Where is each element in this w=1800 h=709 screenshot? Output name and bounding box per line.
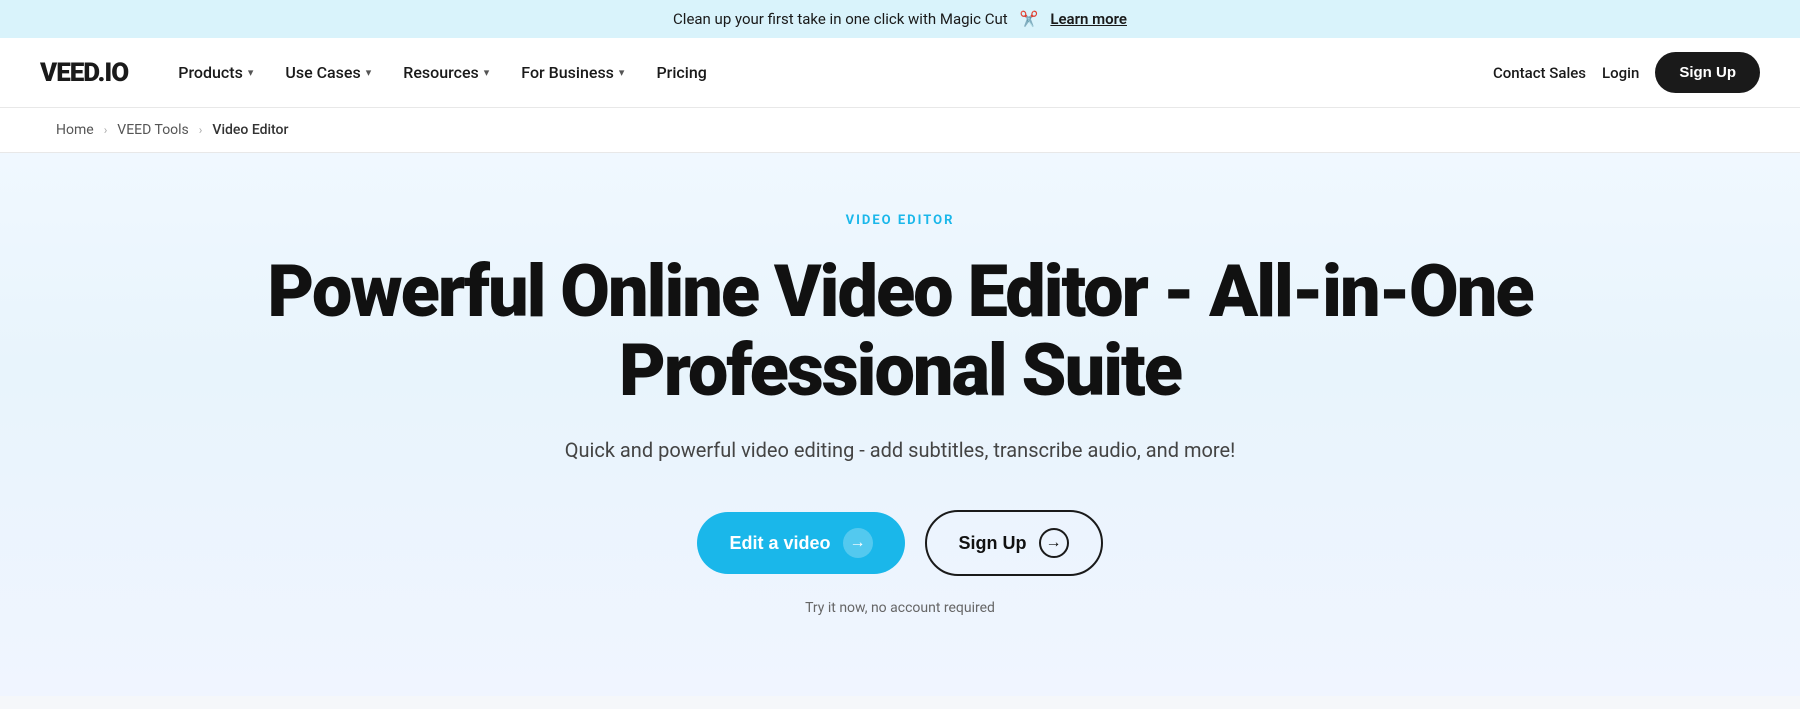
nav-item-resources[interactable]: Resources ▾ — [389, 55, 503, 90]
edit-video-button[interactable]: Edit a video → — [697, 512, 904, 574]
magic-cut-icon: ✂️ — [1020, 10, 1039, 28]
navbar-right: Contact Sales Login Sign Up — [1493, 52, 1760, 93]
breadcrumb-separator-1: › — [104, 123, 108, 137]
hero-buttons: Edit a video → Sign Up → — [697, 510, 1102, 576]
nav-item-for-business[interactable]: For Business ▾ — [507, 55, 638, 90]
signup-hero-label: Sign Up — [959, 533, 1027, 554]
chevron-down-icon: ▾ — [484, 66, 490, 79]
breadcrumb: Home › VEED Tools › Video Editor — [0, 108, 1800, 153]
navbar: VEED.IO Products ▾ Use Cases ▾ Resources… — [0, 38, 1800, 108]
navbar-left: VEED.IO Products ▾ Use Cases ▾ Resources… — [40, 55, 721, 90]
nav-use-cases-label: Use Cases — [285, 63, 360, 82]
contact-sales-link[interactable]: Contact Sales — [1493, 64, 1586, 82]
nav-resources-label: Resources — [403, 63, 479, 82]
hero-label: VIDEO EDITOR — [846, 213, 955, 228]
nav-item-use-cases[interactable]: Use Cases ▾ — [271, 55, 385, 90]
announcement-text: Clean up your first take in one click wi… — [673, 10, 1008, 28]
signup-nav-button[interactable]: Sign Up — [1655, 52, 1760, 93]
nav-for-business-label: For Business — [521, 63, 614, 82]
breadcrumb-current: Video Editor — [212, 122, 288, 138]
logo[interactable]: VEED.IO — [40, 58, 128, 88]
nav-item-products[interactable]: Products ▾ — [164, 55, 267, 90]
login-button[interactable]: Login — [1602, 64, 1639, 82]
hero-title: Powerful Online Video Editor - All-in-On… — [200, 252, 1600, 410]
chevron-down-icon: ▾ — [619, 66, 625, 79]
announcement-bar: Clean up your first take in one click wi… — [0, 0, 1800, 38]
nav-links: Products ▾ Use Cases ▾ Resources ▾ For B… — [164, 55, 721, 90]
nav-item-pricing[interactable]: Pricing — [642, 55, 720, 90]
chevron-down-icon: ▾ — [366, 66, 372, 79]
breadcrumb-separator-2: › — [199, 123, 203, 137]
hero-section: VIDEO EDITOR Powerful Online Video Edito… — [0, 153, 1800, 696]
signup-hero-button[interactable]: Sign Up → — [925, 510, 1103, 576]
learn-more-link[interactable]: Learn more — [1050, 10, 1127, 28]
edit-video-label: Edit a video — [729, 533, 830, 554]
arrow-right-icon: → — [843, 528, 873, 558]
nav-products-label: Products — [178, 63, 243, 82]
try-it-text: Try it now, no account required — [805, 600, 995, 616]
nav-pricing-label: Pricing — [656, 63, 706, 82]
breadcrumb-veed-tools[interactable]: VEED Tools — [117, 122, 189, 138]
hero-subtitle: Quick and powerful video editing - add s… — [565, 438, 1236, 462]
breadcrumb-home[interactable]: Home — [56, 122, 94, 138]
chevron-down-icon: ▾ — [248, 66, 254, 79]
arrow-right-icon: → — [1039, 528, 1069, 558]
